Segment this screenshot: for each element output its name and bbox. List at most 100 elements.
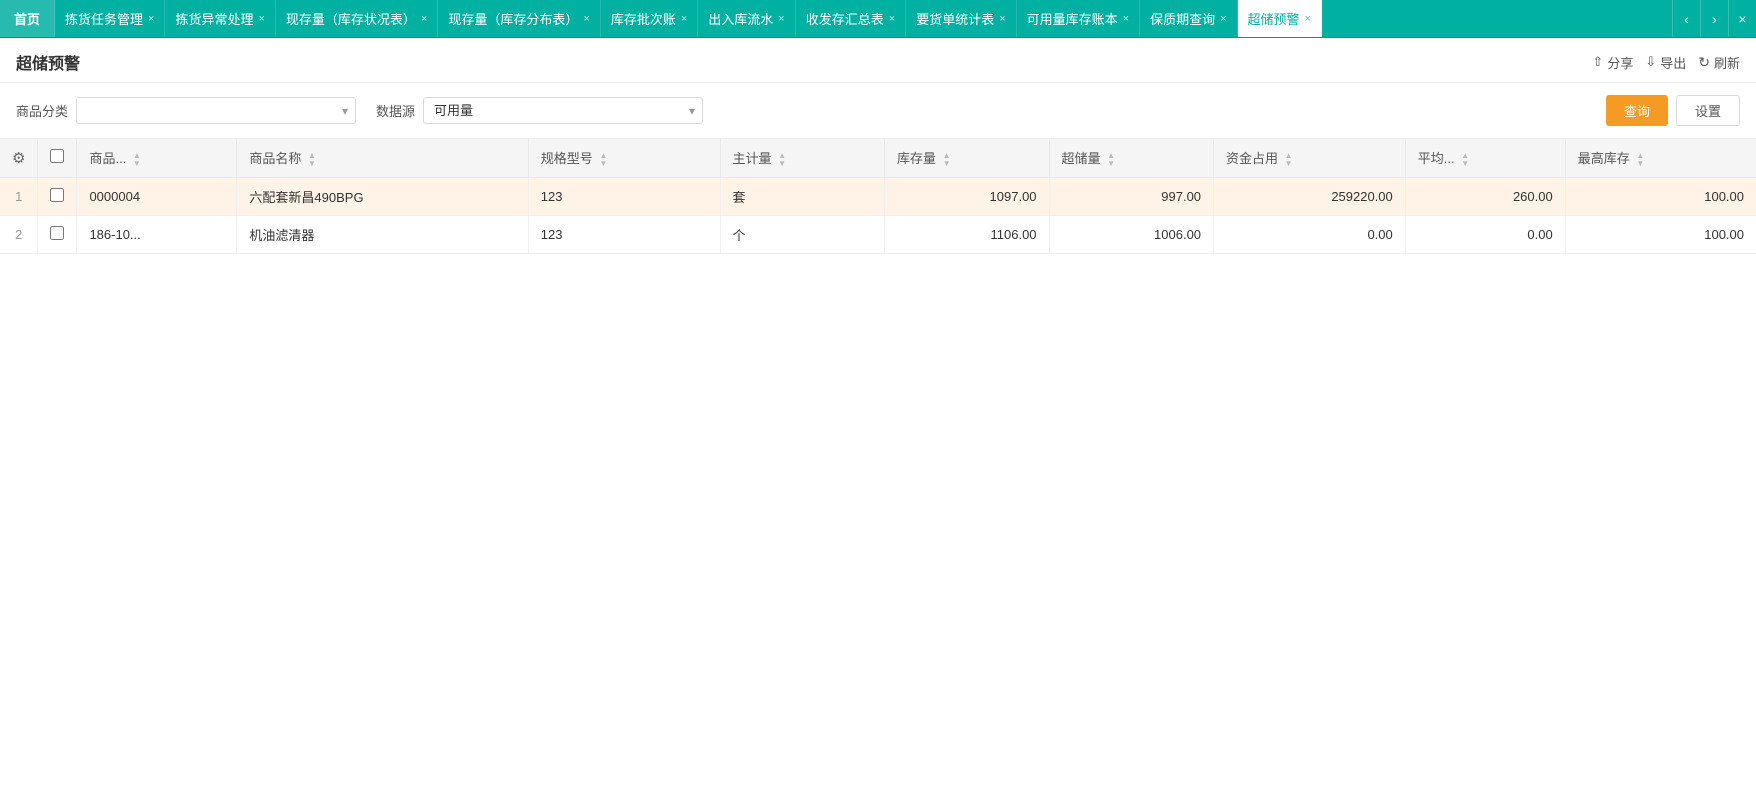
- col-unit[interactable]: 主计量 ▲ ▼: [720, 139, 885, 177]
- nav-tab-7[interactable]: 要货单统计表 ×: [906, 0, 1016, 37]
- share-icon: ⇧: [1592, 54, 1603, 70]
- col-product-code-label: 商品...: [89, 151, 126, 166]
- row-spec-0: 123: [528, 177, 720, 215]
- nav-tab-1[interactable]: 拣货异常处理 ×: [165, 0, 275, 37]
- data-source-label: 数据源: [376, 101, 415, 120]
- data-table: ⚙ 商品... ▲ ▼ 商品名称: [0, 139, 1756, 254]
- nav-tab-close-10[interactable]: ×: [1305, 13, 1311, 25]
- col-product-name-label: 商品名称: [249, 151, 301, 166]
- nav-home-label: 首页: [14, 9, 40, 28]
- page-header: 超储预警 ⇧ 分享 ⇩ 导出 ↻ 刷新: [0, 38, 1756, 83]
- nav-tab-label-4: 库存批次账: [611, 9, 676, 28]
- nav-tab-8[interactable]: 可用量库存账本 ×: [1017, 0, 1140, 37]
- nav-close-all[interactable]: ×: [1728, 0, 1756, 37]
- col-stock[interactable]: 库存量 ▲ ▼: [885, 139, 1050, 177]
- data-source-filter: 数据源 可用量 库存量: [376, 97, 703, 124]
- row-overstock-1: 1006.00: [1049, 215, 1214, 253]
- row-max-stock-1: 100.00: [1565, 215, 1756, 253]
- col-spec-label: 规格型号: [541, 151, 593, 166]
- nav-tab-close-1[interactable]: ×: [258, 13, 264, 25]
- refresh-icon: ↻: [1698, 54, 1710, 71]
- nav-tab-close-2[interactable]: ×: [421, 13, 427, 25]
- col-checkbox: [38, 139, 77, 177]
- page-container: 超储预警 ⇧ 分享 ⇩ 导出 ↻ 刷新 商品分类: [0, 38, 1756, 800]
- row-checkbox-0: [38, 177, 77, 215]
- row-unit-1: 个: [720, 215, 885, 253]
- nav-tab-5[interactable]: 出入库流水 ×: [698, 0, 795, 37]
- row-capital-0: 259220.00: [1214, 177, 1406, 215]
- nav-next-arrow[interactable]: ›: [1700, 0, 1728, 37]
- refresh-button[interactable]: ↻ 刷新: [1698, 53, 1740, 72]
- nav-tab-close-9[interactable]: ×: [1220, 13, 1226, 25]
- col-avg[interactable]: 平均... ▲ ▼: [1405, 139, 1565, 177]
- nav-tab-label-8: 可用量库存账本: [1027, 9, 1118, 28]
- product-category-label: 商品分类: [16, 101, 68, 120]
- nav-tab-9[interactable]: 保质期查询 ×: [1140, 0, 1237, 37]
- share-button[interactable]: ⇧ 分享: [1592, 53, 1633, 72]
- nav-tab-label-10: 超储预警: [1248, 9, 1300, 28]
- table-header-row: ⚙ 商品... ▲ ▼ 商品名称: [0, 139, 1756, 177]
- nav-tab-close-3[interactable]: ×: [583, 13, 589, 25]
- table-container: ⚙ 商品... ▲ ▼ 商品名称: [0, 139, 1756, 254]
- sort-stock: ▲ ▼: [943, 152, 951, 168]
- row-product-name-0: 六配套新昌490BPG: [237, 177, 528, 215]
- table-row: 1 0000004 六配套新昌490BPG 123 套 1097.00 997.…: [0, 177, 1756, 215]
- nav-tab-close-7[interactable]: ×: [999, 13, 1005, 25]
- share-label: 分享: [1607, 53, 1633, 72]
- col-product-name[interactable]: 商品名称 ▲ ▼: [237, 139, 528, 177]
- nav-tab-close-0[interactable]: ×: [148, 13, 154, 25]
- nav-tab-label-7: 要货单统计表: [916, 9, 994, 28]
- sort-avg: ▲ ▼: [1461, 152, 1469, 168]
- sort-capital: ▲ ▼: [1285, 152, 1293, 168]
- nav-prev-arrow[interactable]: ‹: [1672, 0, 1700, 37]
- row-num-1: 2: [0, 215, 38, 253]
- col-unit-label: 主计量: [733, 151, 772, 166]
- nav-tab-close-4[interactable]: ×: [681, 13, 687, 25]
- nav-tab-2[interactable]: 现存量（库存状况表） ×: [276, 0, 438, 37]
- filter-actions: 查询 设置: [1606, 95, 1740, 126]
- nav-tab-0[interactable]: 拣货任务管理 ×: [55, 0, 165, 37]
- data-source-select[interactable]: 可用量 库存量: [423, 97, 703, 124]
- col-avg-label: 平均...: [1418, 151, 1455, 166]
- product-category-select[interactable]: [76, 97, 356, 124]
- row-overstock-0: 997.00: [1049, 177, 1214, 215]
- export-button[interactable]: ⇩ 导出: [1645, 53, 1686, 72]
- settings-button[interactable]: 设置: [1676, 95, 1740, 126]
- row-select-1[interactable]: [50, 226, 64, 240]
- export-icon: ⇩: [1645, 54, 1656, 70]
- nav-tab-10[interactable]: 超储预警 ×: [1238, 0, 1322, 37]
- gear-icon[interactable]: ⚙: [12, 149, 25, 167]
- sort-product-name: ▲ ▼: [308, 152, 316, 168]
- sort-spec: ▲ ▼: [599, 152, 607, 168]
- row-spec-1: 123: [528, 215, 720, 253]
- row-checkbox-1: [38, 215, 77, 253]
- nav-tab-label-9: 保质期查询: [1150, 9, 1215, 28]
- col-settings: ⚙: [0, 139, 38, 177]
- nav-tab-close-6[interactable]: ×: [889, 13, 895, 25]
- col-product-code[interactable]: 商品... ▲ ▼: [77, 139, 237, 177]
- table-row: 2 186-10... 机油滤清器 123 个 1106.00 1006.00 …: [0, 215, 1756, 253]
- col-max-stock[interactable]: 最高库存 ▲ ▼: [1565, 139, 1756, 177]
- col-capital-label: 资金占用: [1226, 151, 1278, 166]
- nav-tab-close-5[interactable]: ×: [778, 13, 784, 25]
- row-select-0[interactable]: [50, 188, 64, 202]
- row-stock-1: 1106.00: [885, 215, 1050, 253]
- row-max-stock-0: 100.00: [1565, 177, 1756, 215]
- header-actions: ⇧ 分享 ⇩ 导出 ↻ 刷新: [1592, 53, 1740, 72]
- filter-area: 商品分类 数据源 可用量 库存量 查询 设置: [0, 83, 1756, 139]
- nav-tab-6[interactable]: 收发存汇总表 ×: [796, 0, 906, 37]
- nav-home[interactable]: 首页: [0, 0, 55, 37]
- row-avg-0: 260.00: [1405, 177, 1565, 215]
- col-capital[interactable]: 资金占用 ▲ ▼: [1214, 139, 1406, 177]
- sort-overstock: ▲ ▼: [1107, 152, 1115, 168]
- col-overstock[interactable]: 超储量 ▲ ▼: [1049, 139, 1214, 177]
- nav-tab-close-8[interactable]: ×: [1123, 13, 1129, 25]
- select-all-checkbox[interactable]: [50, 149, 64, 163]
- col-stock-label: 库存量: [897, 151, 936, 166]
- col-spec[interactable]: 规格型号 ▲ ▼: [528, 139, 720, 177]
- nav-tab-4[interactable]: 库存批次账 ×: [601, 0, 698, 37]
- nav-tab-3[interactable]: 现存量（库存分布表） ×: [438, 0, 600, 37]
- query-button[interactable]: 查询: [1606, 95, 1668, 126]
- nav-tab-label-6: 收发存汇总表: [806, 9, 884, 28]
- row-product-code-0: 0000004: [77, 177, 237, 215]
